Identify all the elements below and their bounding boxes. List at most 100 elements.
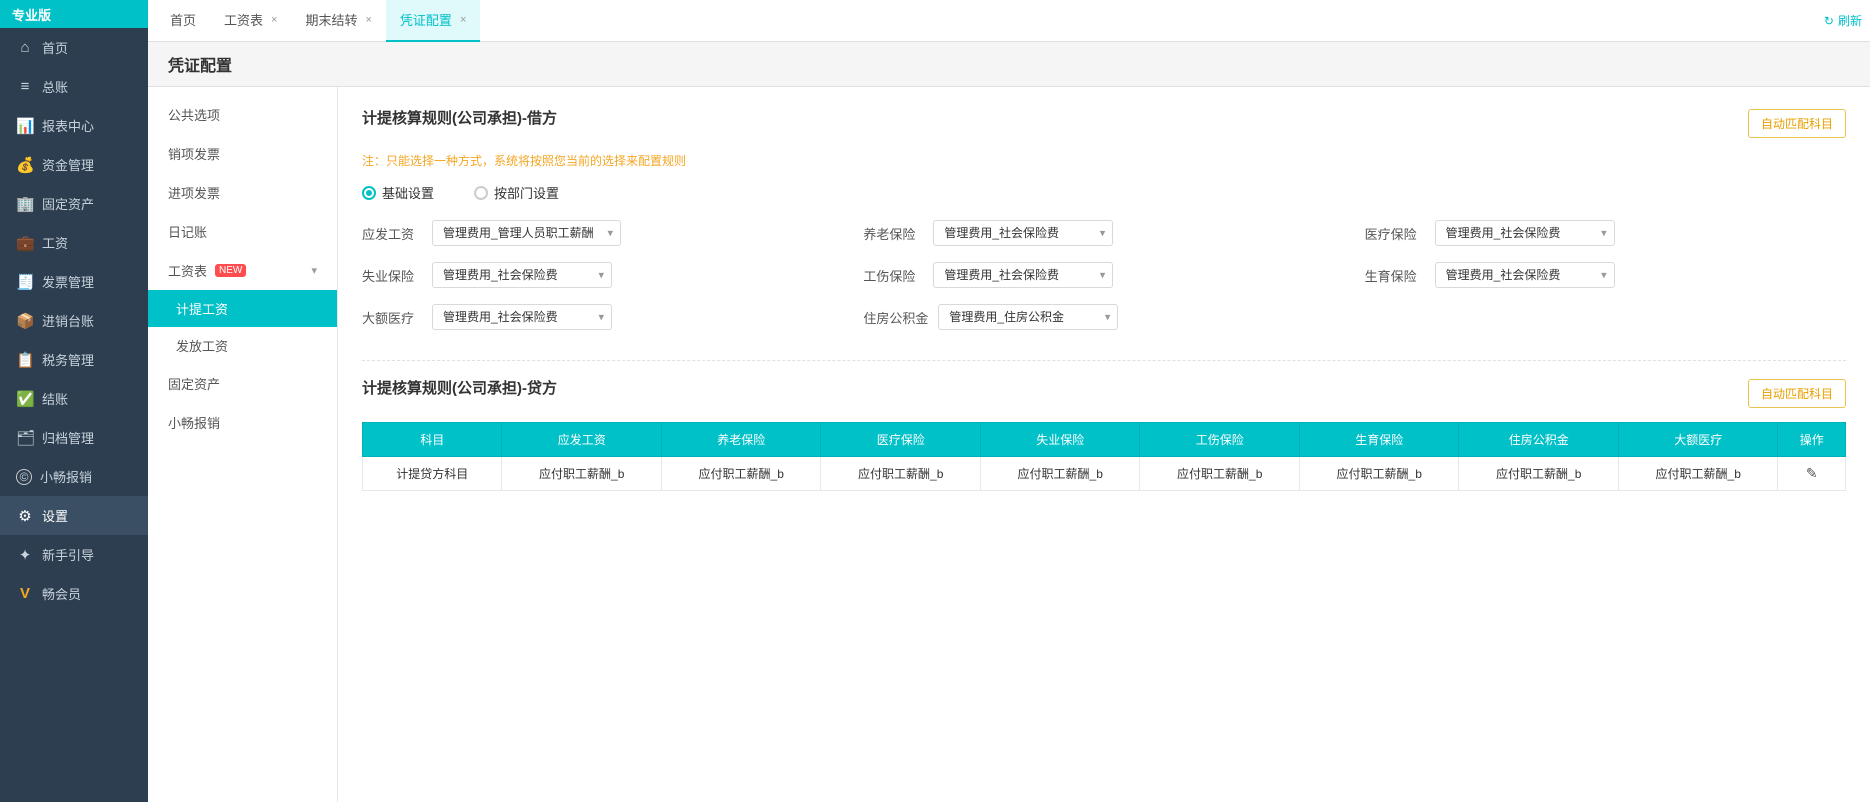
label-maternity: 生育保险 xyxy=(1365,266,1425,285)
sidebar-item-label: 畅会员 xyxy=(42,584,81,603)
section-credit: 计提核算规则(公司承担)-贷方 自动匹配科目 科目 应发工资 养老保险 医疗保险… xyxy=(362,377,1846,491)
sidebar-item-closing[interactable]: ✅ 结账 xyxy=(0,379,148,418)
form-field-pension: 养老保险 管理费用_社会保险费 xyxy=(863,220,1344,246)
select-medical[interactable]: 管理费用_社会保险费 xyxy=(1435,220,1615,246)
sidebar-item-home[interactable]: ⌂ 首页 xyxy=(0,28,148,67)
tab-home-label: 首页 xyxy=(170,10,196,29)
left-nav-sales-invoice[interactable]: 销项发票 xyxy=(148,134,337,173)
sidebar-item-settings[interactable]: ⚙ 设置 xyxy=(0,496,148,535)
sidebar-item-assets[interactable]: 🏢 固定资产 xyxy=(0,184,148,223)
sidebar-item-label: 税务管理 xyxy=(42,350,94,369)
sidebar-item-label: 小畅报销 xyxy=(40,467,92,486)
assets-icon: 🏢 xyxy=(16,195,34,213)
left-nav: 公共选项 销项发票 进项发票 日记账 工资表 NEW ▾ 计提工资 xyxy=(148,87,338,802)
section2-title: 计提核算规则(公司承担)-贷方 xyxy=(362,377,557,398)
tab-period-close-btn[interactable]: × xyxy=(365,14,371,26)
sidebar-item-label: 设置 xyxy=(42,506,68,525)
sidebar-item-inventory[interactable]: 📦 进销台账 xyxy=(0,301,148,340)
left-nav-purchase-invoice[interactable]: 进项发票 xyxy=(148,173,337,212)
label-housing: 住房公积金 xyxy=(863,308,928,327)
select-large-medical[interactable]: 管理费用_社会保险费 xyxy=(432,304,612,330)
page-title: 凭证配置 xyxy=(168,52,232,76)
form-row-3: 大额医疗 管理费用_社会保险费 住房公积金 管理费用_住房公积金 xyxy=(362,304,1846,330)
col-action: 操作 xyxy=(1778,423,1846,457)
tab-bar: 首页 工资表 × 期末结转 × 凭证配置 × ↻ 刷新 xyxy=(148,0,1870,42)
sidebar-item-xiaochang[interactable]: © 小畅报销 xyxy=(0,457,148,496)
form-field-maternity: 生育保险 管理费用_社会保险费 xyxy=(1365,262,1846,288)
table-row: 计提贷方科目 应付职工薪酬_b 应付职工薪酬_b 应付职工薪酬_b 应付职工薪酬… xyxy=(363,457,1846,491)
form-row-2: 失业保险 管理费用_社会保险费 工伤保险 管理费用_社会保险费 xyxy=(362,262,1846,288)
select-unemployment[interactable]: 管理费用_社会保险费 xyxy=(432,262,612,288)
sidebar-item-label: 总账 xyxy=(42,77,68,96)
section1-title: 计提核算规则(公司承担)-借方 xyxy=(362,107,557,128)
member-icon: V xyxy=(16,585,34,602)
sidebar-item-tax[interactable]: 📋 税务管理 xyxy=(0,340,148,379)
tab-voucher-close[interactable]: × xyxy=(460,14,466,26)
refresh-button[interactable]: ↻ 刷新 xyxy=(1824,12,1862,29)
sidebar-item-salary[interactable]: 💼 工资 xyxy=(0,223,148,262)
left-nav-xiaochang[interactable]: 小畅报销 xyxy=(148,403,337,442)
tab-home[interactable]: 首页 xyxy=(156,0,210,42)
sidebar-item-label: 新手引导 xyxy=(42,545,94,564)
sidebar-item-label: 结账 xyxy=(42,389,68,408)
section1-note: 注：只能选择一种方式，系统将按照您当前的选择来配置规则 xyxy=(362,152,1846,169)
col-housing: 住房公积金 xyxy=(1459,423,1619,457)
cell-housing-val: 应付职工薪酬_b xyxy=(1459,457,1619,491)
left-nav-fixed-assets[interactable]: 固定资产 xyxy=(148,364,337,403)
auto-match-credit-button[interactable]: 自动匹配科目 xyxy=(1748,379,1846,408)
select-maternity-wrapper: 管理费用_社会保险费 xyxy=(1435,262,1615,288)
home-icon: ⌂ xyxy=(16,39,34,56)
page-header: 凭证配置 xyxy=(148,42,1870,87)
col-pension: 养老保险 xyxy=(661,423,821,457)
select-large-medical-wrapper: 管理费用_社会保险费 xyxy=(432,304,612,330)
form-field-large-medical: 大额医疗 管理费用_社会保险费 xyxy=(362,304,843,330)
tab-voucher-config[interactable]: 凭证配置 × xyxy=(386,0,480,42)
col-maternity: 生育保险 xyxy=(1299,423,1459,457)
settings-icon: ⚙ xyxy=(16,507,34,525)
select-housing[interactable]: 管理费用_住房公积金 xyxy=(938,304,1118,330)
tab-salary-table[interactable]: 工资表 × xyxy=(210,0,291,42)
new-badge: NEW xyxy=(215,264,246,277)
refresh-label: 刷新 xyxy=(1838,12,1862,29)
section1-header: 计提核算规则(公司承担)-借方 自动匹配科目 xyxy=(362,107,1846,140)
section-debit: 计提核算规则(公司承担)-借方 自动匹配科目 注：只能选择一种方式，系统将按照您… xyxy=(362,107,1846,330)
sidebar-item-guide[interactable]: ✦ 新手引导 xyxy=(0,535,148,574)
cell-maternity-val: 应付职工薪酬_b xyxy=(1299,457,1459,491)
sidebar-brand: 专业版 xyxy=(0,0,148,28)
tab-salary-close[interactable]: × xyxy=(271,14,277,26)
left-nav-calc-salary[interactable]: 计提工资 xyxy=(148,290,337,327)
radio-group: 基础设置 按部门设置 xyxy=(362,183,1846,202)
radio-dept-label: 按部门设置 xyxy=(494,183,559,202)
select-pension[interactable]: 管理费用_社会保险费 xyxy=(933,220,1113,246)
sidebar-item-reports[interactable]: 📊 报表中心 xyxy=(0,106,148,145)
select-maternity[interactable]: 管理费用_社会保险费 xyxy=(1435,262,1615,288)
left-nav-public[interactable]: 公共选项 xyxy=(148,95,337,134)
select-salary[interactable]: 管理费用_管理人员职工薪酬 xyxy=(432,220,621,246)
tab-period-close[interactable]: 期末结转 × xyxy=(291,0,385,42)
radio-basic[interactable]: 基础设置 xyxy=(362,183,434,202)
sidebar: 专业版 ⌂ 首页 ≡ 总账 📊 报表中心 💰 资金管理 🏢 固定资产 💼 工资 … xyxy=(0,0,148,802)
sidebar-item-label: 资金管理 xyxy=(42,155,94,174)
tab-voucher-label: 凭证配置 xyxy=(400,10,452,29)
radio-dept[interactable]: 按部门设置 xyxy=(474,183,559,202)
archive-icon: 🗂 xyxy=(16,429,34,447)
radio-dept-circle xyxy=(474,186,488,200)
sidebar-item-label: 归档管理 xyxy=(42,428,94,447)
label-unemployment: 失业保险 xyxy=(362,266,422,285)
sidebar-item-member[interactable]: V 畅会员 xyxy=(0,574,148,613)
left-nav-journal[interactable]: 日记账 xyxy=(148,212,337,251)
sidebar-item-invoice[interactable]: 🧾 发票管理 xyxy=(0,262,148,301)
sidebar-item-funds[interactable]: 💰 资金管理 xyxy=(0,145,148,184)
sidebar-item-label: 报表中心 xyxy=(42,116,94,135)
edit-icon[interactable]: ✎ xyxy=(1806,465,1818,481)
sidebar-item-label: 进销台账 xyxy=(42,311,94,330)
sidebar-item-label: 固定资产 xyxy=(42,194,94,213)
left-nav-pay-salary[interactable]: 发放工资 xyxy=(148,327,337,364)
auto-match-debit-button[interactable]: 自动匹配科目 xyxy=(1748,109,1846,138)
select-injury[interactable]: 管理费用_社会保险费 xyxy=(933,262,1113,288)
sidebar-item-ledger[interactable]: ≡ 总账 xyxy=(0,67,148,106)
left-nav-salary-table[interactable]: 工资表 NEW ▾ xyxy=(148,251,337,290)
sidebar-item-archive[interactable]: 🗂 归档管理 xyxy=(0,418,148,457)
form-row-1: 应发工资 管理费用_管理人员职工薪酬 养老保险 管理费用_社会保险费 xyxy=(362,220,1846,246)
ledger-icon: ≡ xyxy=(16,78,34,95)
